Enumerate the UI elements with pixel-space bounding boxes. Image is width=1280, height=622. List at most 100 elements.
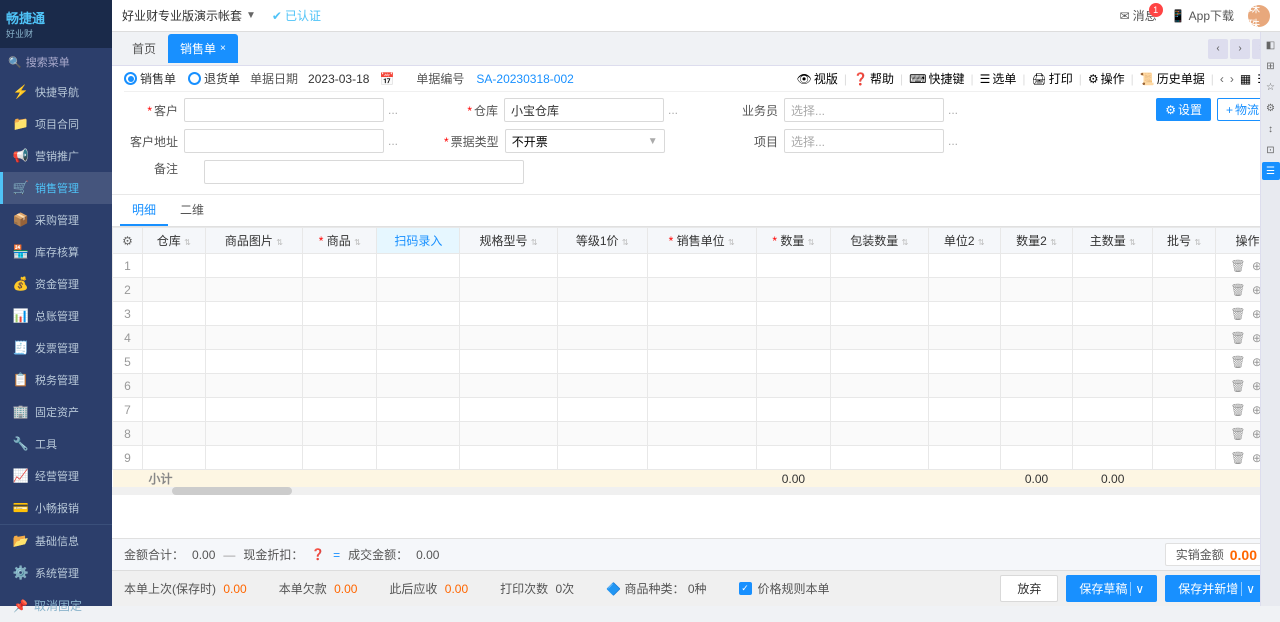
cell-quantity[interactable] xyxy=(756,446,830,470)
salesperson-input[interactable]: 选择... xyxy=(784,98,944,122)
cell-main-qty[interactable] xyxy=(1073,302,1153,326)
warehouse-input[interactable]: 小宝仓库 xyxy=(504,98,664,122)
col-barcode[interactable]: 扫码录入 xyxy=(377,228,460,254)
sidebar-item-marketing[interactable]: 📢 营销推广 xyxy=(0,140,112,172)
col-qty2-sort[interactable]: ⇅ xyxy=(1050,238,1057,247)
cell-qty2[interactable] xyxy=(1000,398,1072,422)
cell-pack-qty[interactable] xyxy=(831,302,929,326)
col-sales-unit-sort[interactable]: ⇅ xyxy=(728,238,735,247)
cell-sales-unit[interactable] xyxy=(647,398,756,422)
col-price1-sort[interactable]: ⇅ xyxy=(622,238,629,247)
col-batch-sort[interactable]: ⇅ xyxy=(1194,238,1201,247)
cell-sales-unit[interactable] xyxy=(647,278,756,302)
cell-product[interactable] xyxy=(303,422,377,446)
cell-unit2[interactable] xyxy=(928,326,1000,350)
actions-btn[interactable]: ⚙ 操作 xyxy=(1088,70,1125,87)
col-unit2-sort[interactable]: ⇅ xyxy=(978,238,985,247)
delete-row-icon[interactable]: 🗑 xyxy=(1230,450,1246,466)
sidebar-item-operations[interactable]: 📈 经营管理 xyxy=(0,460,112,492)
sidebar-item-fixed[interactable]: 🏢 固定资产 xyxy=(0,396,112,428)
cell-main-qty[interactable] xyxy=(1073,254,1153,278)
cell-batch[interactable] xyxy=(1153,350,1216,374)
sidebar-item-purchase[interactable]: 📦 采购管理 xyxy=(0,204,112,236)
col-spec-sort[interactable]: ⇅ xyxy=(531,238,538,247)
shortcuts-btn[interactable]: ⌨ 快捷键 xyxy=(909,70,964,87)
remark-input[interactable] xyxy=(204,160,524,184)
cell-warehouse[interactable] xyxy=(143,302,206,326)
cell-warehouse[interactable] xyxy=(143,446,206,470)
right-panel-btn-2[interactable]: ⊞ xyxy=(1262,57,1280,75)
cell-unit2[interactable] xyxy=(928,302,1000,326)
col-product-img-sort[interactable]: ⇅ xyxy=(276,238,283,247)
cell-barcode[interactable] xyxy=(377,422,460,446)
select-btn[interactable]: ☰ 选单 xyxy=(980,70,1017,87)
cell-unit2[interactable] xyxy=(928,374,1000,398)
nav-next-icon[interactable]: › xyxy=(1230,72,1234,86)
sidebar-item-system[interactable]: ⚙️ 系统管理 xyxy=(0,557,112,589)
cell-main-qty[interactable] xyxy=(1073,278,1153,302)
project-dots[interactable]: ... xyxy=(944,132,962,150)
salesperson-dots[interactable]: ... xyxy=(944,101,962,119)
cell-quantity[interactable] xyxy=(756,374,830,398)
cell-qty2[interactable] xyxy=(1000,278,1072,302)
cell-unit2[interactable] xyxy=(928,422,1000,446)
cell-barcode[interactable] xyxy=(377,326,460,350)
cell-product[interactable] xyxy=(303,302,377,326)
cell-product-img[interactable] xyxy=(205,278,303,302)
sidebar-item-basic[interactable]: 📂 基础信息 xyxy=(0,525,112,557)
price-check-checkbox[interactable] xyxy=(739,582,752,595)
cell-spec[interactable] xyxy=(460,422,558,446)
cell-product[interactable] xyxy=(303,254,377,278)
sidebar-item-funds[interactable]: 💰 资金管理 xyxy=(0,268,112,300)
delete-row-icon[interactable]: 🗑 xyxy=(1230,378,1246,394)
user-menu[interactable]: 珠珠 xyxy=(1248,5,1270,27)
cell-price1[interactable] xyxy=(557,302,647,326)
company-selector[interactable]: 好业财专业版演示帐套 ▼ xyxy=(122,7,256,24)
cell-unit2[interactable] xyxy=(928,254,1000,278)
view-btn[interactable]: 👁 视版 xyxy=(797,70,838,87)
nav-prev-icon[interactable]: ‹ xyxy=(1220,72,1224,86)
cell-quantity[interactable] xyxy=(756,350,830,374)
cell-product-img[interactable] xyxy=(205,374,303,398)
tab-close-icon[interactable]: × xyxy=(220,43,226,54)
cell-product-img[interactable] xyxy=(205,446,303,470)
cell-main-qty[interactable] xyxy=(1073,398,1153,422)
right-panel-btn-7[interactable]: ☰ xyxy=(1262,162,1280,180)
right-panel-btn-1[interactable]: ◧ xyxy=(1262,36,1280,54)
cell-product[interactable] xyxy=(303,446,377,470)
save-draft-button[interactable]: 保存草稿 ∨ xyxy=(1066,575,1157,602)
cell-pack-qty[interactable] xyxy=(831,398,929,422)
cell-pack-qty[interactable] xyxy=(831,278,929,302)
cell-qty2[interactable] xyxy=(1000,374,1072,398)
cell-qty2[interactable] xyxy=(1000,254,1072,278)
right-panel-btn-5[interactable]: ↕ xyxy=(1262,120,1280,138)
cell-warehouse[interactable] xyxy=(143,326,206,350)
cell-quantity[interactable] xyxy=(756,326,830,350)
cell-main-qty[interactable] xyxy=(1073,422,1153,446)
cell-batch[interactable] xyxy=(1153,398,1216,422)
help-btn[interactable]: ❓ 帮助 xyxy=(853,70,894,87)
cell-unit2[interactable] xyxy=(928,278,1000,302)
messages-button[interactable]: ✉ 消息 1 xyxy=(1120,7,1157,24)
cell-product[interactable] xyxy=(303,278,377,302)
delete-row-icon[interactable]: 🗑 xyxy=(1230,354,1246,370)
calendar-icon[interactable]: 📅 xyxy=(379,72,394,86)
grid-view-icon[interactable]: ▦ xyxy=(1240,72,1251,86)
sidebar-item-invoice[interactable]: 🧾 发票管理 xyxy=(0,332,112,364)
cell-product[interactable] xyxy=(303,398,377,422)
cell-price1[interactable] xyxy=(557,278,647,302)
cell-barcode[interactable] xyxy=(377,254,460,278)
cell-price1[interactable] xyxy=(557,446,647,470)
cell-pack-qty[interactable] xyxy=(831,350,929,374)
col-settings[interactable]: ⚙ xyxy=(113,228,143,254)
cell-barcode[interactable] xyxy=(377,446,460,470)
customer-address-input[interactable] xyxy=(184,129,384,153)
col-warehouse-sort[interactable]: ⇅ xyxy=(184,238,191,247)
cell-product-img[interactable] xyxy=(205,254,303,278)
cell-quantity[interactable] xyxy=(756,254,830,278)
cell-sales-unit[interactable] xyxy=(647,254,756,278)
cell-qty2[interactable] xyxy=(1000,422,1072,446)
cell-price1[interactable] xyxy=(557,254,647,278)
cell-sales-unit[interactable] xyxy=(647,326,756,350)
history-btn[interactable]: 📜 历史单据 xyxy=(1140,70,1205,87)
